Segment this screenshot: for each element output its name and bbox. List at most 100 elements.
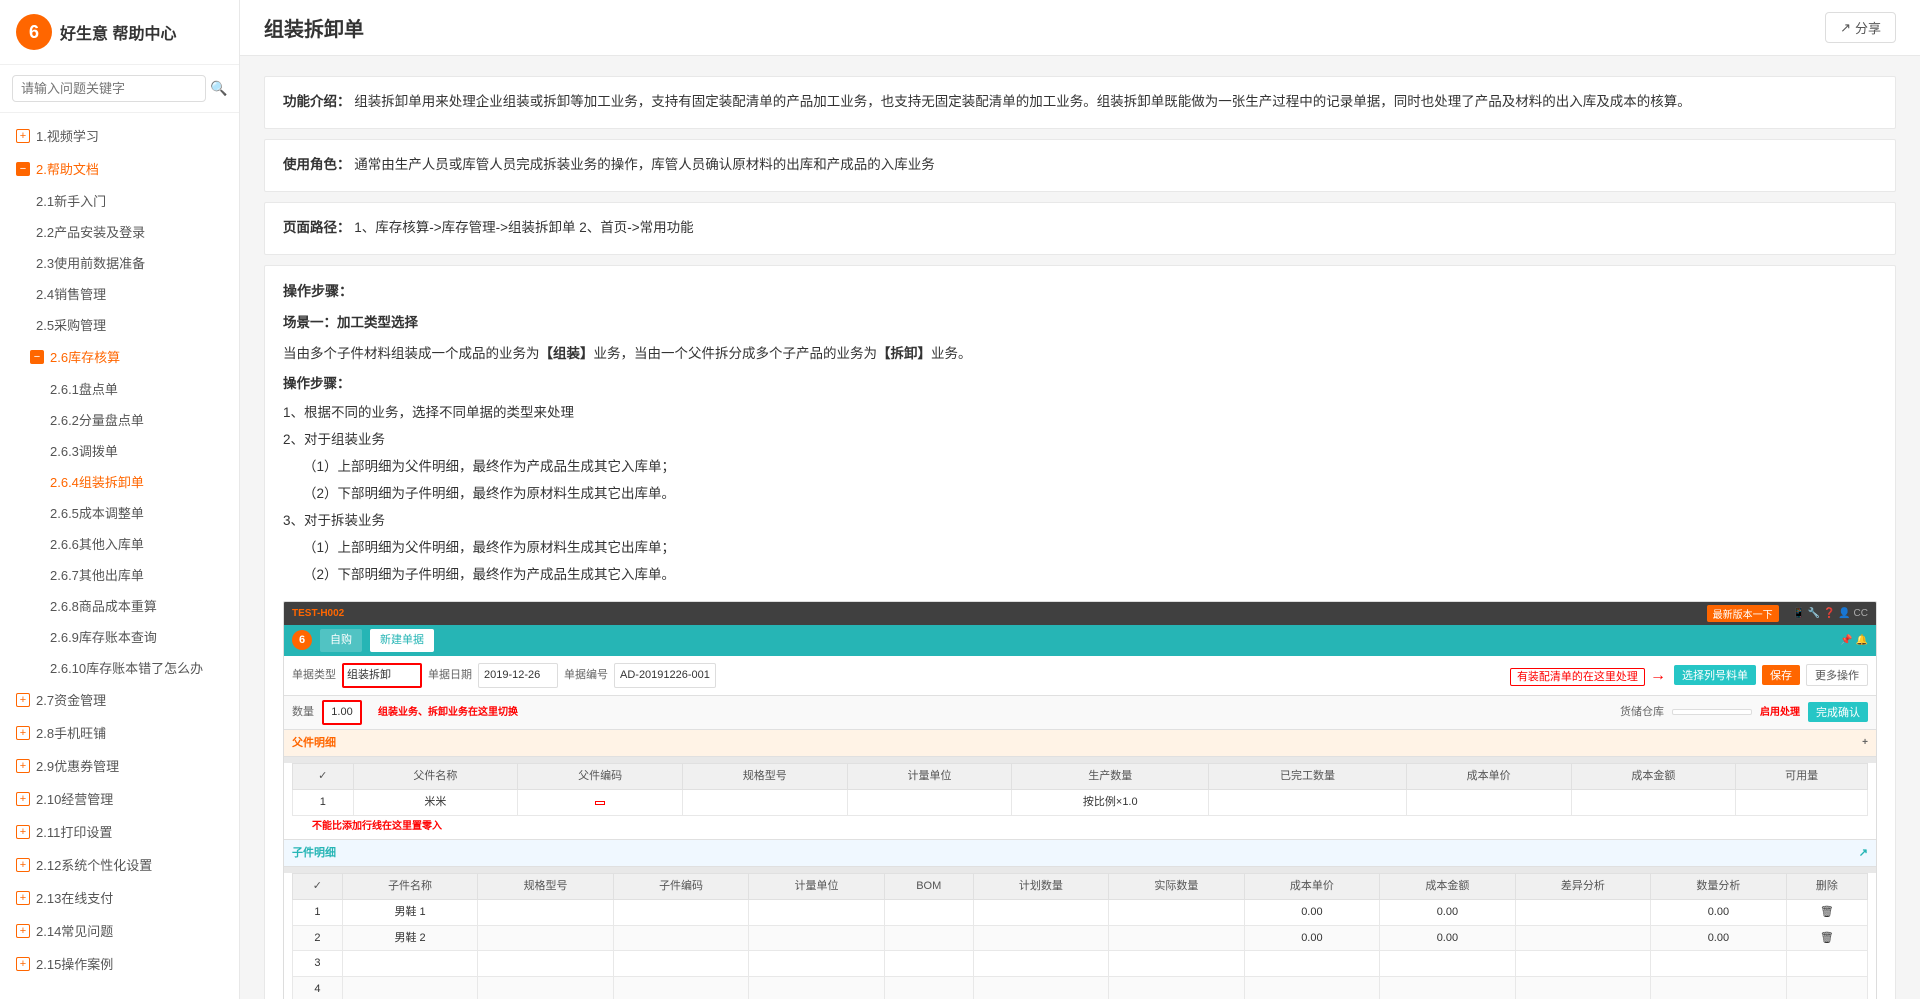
- sidebar-item-2-7-label: 2.7资金管理: [36, 690, 106, 709]
- plus-icon-2-13: +: [16, 891, 30, 905]
- screenshot-lower-th-5: BOM: [884, 874, 973, 900]
- sidebar-item-2-5[interactable]: 2.5采购管理: [0, 309, 239, 340]
- sidebar-item-2-4[interactable]: 2.4销售管理: [0, 278, 239, 309]
- screenshot-upper-th-4: 计量单位: [847, 764, 1012, 790]
- role-block: 使用角色： 通常由生产人员或库管人员完成拆装业务的操作，库管人员确认原材料的出库…: [264, 139, 1896, 192]
- sidebar-item-2-10[interactable]: + 2.10经营管理: [0, 782, 239, 815]
- sidebar-item-2-6-label: 2.6库存核算: [50, 347, 120, 366]
- intro-block: 功能介绍： 组装拆卸单用来处理企业组装或拆卸等加工业务，支持有固定装配清单的产品…: [264, 76, 1896, 129]
- screenshot-count-label: 数量: [292, 703, 314, 722]
- screenshot-header-bar: 6 自购 新建单据 📌 🔔: [284, 625, 1876, 656]
- sidebar-item-2-13[interactable]: + 2.13在线支付: [0, 881, 239, 914]
- screenshot-save-btn: 保存: [1762, 665, 1800, 685]
- sidebar-item-2-11[interactable]: + 2.11打印设置: [0, 815, 239, 848]
- screenshot-upper-label-text: 父件明细: [292, 734, 336, 753]
- table-row: 2男鞋 2 0.00 0.00 0.00 🗑: [293, 925, 1868, 951]
- screenshot-date-value: 2019-12-26: [478, 663, 558, 688]
- screenshot-date-label: 单据日期: [428, 666, 472, 685]
- sidebar-item-2-6-8[interactable]: 2.6.8商品成本重算: [0, 590, 239, 621]
- sidebar-item-2-12[interactable]: + 2.12系统个性化设置: [0, 848, 239, 881]
- plus-icon-2-12: +: [16, 858, 30, 872]
- screenshot-lower-th-6: 计划数量: [973, 874, 1109, 900]
- screenshot-lower-th-1: 子件名称: [342, 874, 478, 900]
- sidebar-item-1[interactable]: + 1.视频学习: [0, 119, 239, 152]
- screenshot-app-id: TEST-H002: [292, 605, 344, 622]
- scene1-title: 场景一：加工类型选择: [283, 315, 418, 330]
- sidebar-item-2-6-10[interactable]: 2.6.10库存账本错了怎么办: [0, 652, 239, 683]
- step3-sub1: （1）上部明细为父件明细，最终作为原材料生成其它出库单；: [283, 537, 1877, 560]
- sidebar-item-2-6-7[interactable]: 2.6.7其他出库单: [0, 559, 239, 590]
- screenshot-lower-label-text: 子件明细: [292, 844, 336, 863]
- sidebar-item-2-9-label: 2.9优惠券管理: [36, 756, 119, 775]
- sidebar-item-2-15[interactable]: + 2.15操作案例: [0, 947, 239, 980]
- screenshot-order-value: AD-20191226-001: [614, 663, 716, 688]
- sidebar-item-2-6-4[interactable]: 2.6.4组装拆卸单: [0, 466, 239, 497]
- steps-title: 操作步骤：: [283, 280, 1877, 304]
- screenshot-warehouse-label: 货储仓库: [1620, 703, 1664, 722]
- sidebar-item-2-7[interactable]: + 2.7资金管理: [0, 683, 239, 716]
- scene1-desc: 当由多个子件材料组装成一个成品的业务为【组装】业务，当由一个父件拆分成多个子产品…: [283, 343, 1877, 366]
- step2-sub2: （2）下部明细为子件明细，最终作为原材料生成其它出库单。: [283, 483, 1877, 506]
- screenshot-select-btn: 选择列号料单: [1674, 665, 1756, 685]
- sidebar-item-2-1[interactable]: 2.1新手入门: [0, 185, 239, 216]
- path-label: 页面路径：: [283, 220, 351, 235]
- sidebar: 6 好生意 帮助中心 🔍 + 1.视频学习 − 2.帮助文档 2.1新手入门 2…: [0, 0, 240, 999]
- screenshot-type-label: 单据类型: [292, 666, 336, 685]
- share-button[interactable]: ↗ 分享: [1825, 12, 1896, 43]
- screenshot-annotation4: 不能比添加行线在这里置零入: [292, 818, 1868, 835]
- screenshot-add-icon: +: [1862, 734, 1868, 751]
- sidebar-item-2[interactable]: − 2.帮助文档: [0, 152, 239, 185]
- sidebar-item-2-6-5[interactable]: 2.6.5成本调整单: [0, 497, 239, 528]
- intro-text: 组装拆卸单用来处理企业组装或拆卸等加工业务，支持有固定装配清单的产品加工业务，也…: [354, 94, 1691, 109]
- step1: 1、根据不同的业务，选择不同单据的类型来处理: [283, 402, 1877, 425]
- plus-icon-2-14: +: [16, 924, 30, 938]
- path-text: 1、库存核算->库存管理->组装拆卸单 2、首页->常用功能: [354, 220, 693, 235]
- sidebar-item-2-6[interactable]: − 2.6库存核算: [0, 340, 239, 373]
- sidebar-item-2-6-2[interactable]: 2.6.2分量盘点单: [0, 404, 239, 435]
- sidebar-item-2-6-6[interactable]: 2.6.6其他入库单: [0, 528, 239, 559]
- sidebar-item-2-15-label: 2.15操作案例: [36, 954, 113, 973]
- logo-text: 好生意 帮助中心: [60, 20, 176, 44]
- screenshot-upper-th-7: 成本单价: [1406, 764, 1571, 790]
- search-input[interactable]: [12, 75, 206, 102]
- screenshot-container: TEST-H002 最新版本一下 📱 🔧 ❓ 👤 CC 6 自购 新建单据 📌 …: [283, 601, 1877, 999]
- screenshot-upper-td-4: [847, 789, 1012, 815]
- minus-icon-2-6: −: [30, 350, 44, 364]
- screenshot-lower-table: ✓ 子件名称 规格型号 子件编码 计量单位 BOM 计划数量 实际数量 成本单价…: [284, 873, 1876, 999]
- step3: 3、对于拆装业务: [283, 510, 1877, 533]
- screenshot-upper-label: 父件明细 +: [284, 730, 1876, 758]
- sidebar-item-2-6-3[interactable]: 2.6.3调拨单: [0, 435, 239, 466]
- sidebar-item-2-12-label: 2.12系统个性化设置: [36, 855, 152, 874]
- steps-label: 操作步骤：: [283, 373, 1877, 396]
- sidebar-item-2-3[interactable]: 2.3使用前数据准备: [0, 247, 239, 278]
- sidebar-item-2-6-1[interactable]: 2.6.1盘点单: [0, 373, 239, 404]
- sidebar-item-2-2[interactable]: 2.2产品安装及登录: [0, 216, 239, 247]
- screenshot-upper-table: ✓ 父件名称 父件编码 规格型号 计量单位 生产数量 已完工数量 成本单价 成本…: [284, 763, 1876, 838]
- search-button[interactable]: 🔍: [210, 80, 227, 97]
- plus-icon-2-9: +: [16, 759, 30, 773]
- screenshot-upper-th-9: 可用量: [1736, 764, 1868, 790]
- screenshot-type-value: 组装拆卸: [342, 663, 422, 688]
- screenshot-upper-th-1: 父件名称: [353, 764, 518, 790]
- screenshot-upper-td-0: 1: [293, 789, 354, 815]
- intro-label: 功能介绍：: [283, 94, 351, 109]
- plus-icon: +: [16, 129, 30, 143]
- plus-icon-2-11: +: [16, 825, 30, 839]
- screenshot-upper-td-3: [682, 789, 847, 815]
- screenshot-lower-add: ↗: [1859, 844, 1868, 863]
- plus-icon-2-8: +: [16, 726, 30, 740]
- sidebar-item-2-9[interactable]: + 2.9优惠券管理: [0, 749, 239, 782]
- screenshot-subheader: 数量 1.00 组装业务、拆卸业务在这里切换 货储仓库 启用处理 完成确认: [284, 696, 1876, 730]
- screenshot-upper-th-6: 已完工数量: [1209, 764, 1407, 790]
- screenshot-lower-th-8: 成本单价: [1244, 874, 1380, 900]
- screenshot-latest-btn: 最新版本一下: [1707, 605, 1779, 622]
- sidebar-item-2-14[interactable]: + 2.14常见问题: [0, 914, 239, 947]
- sidebar-item-2-6-9[interactable]: 2.6.9库存账本查询: [0, 621, 239, 652]
- screenshot-upper-th-0: ✓: [293, 764, 354, 790]
- screenshot-logo: 6: [292, 630, 312, 650]
- screenshot-lower-th-9: 成本金额: [1380, 874, 1516, 900]
- sidebar-item-2-8[interactable]: + 2.8手机旺铺: [0, 716, 239, 749]
- screenshot-upper-table-el: ✓ 父件名称 父件编码 规格型号 计量单位 生产数量 已完工数量 成本单价 成本…: [292, 763, 1868, 815]
- screenshot-upper-th-5: 生产数量: [1012, 764, 1209, 790]
- table-row: 4: [293, 977, 1868, 999]
